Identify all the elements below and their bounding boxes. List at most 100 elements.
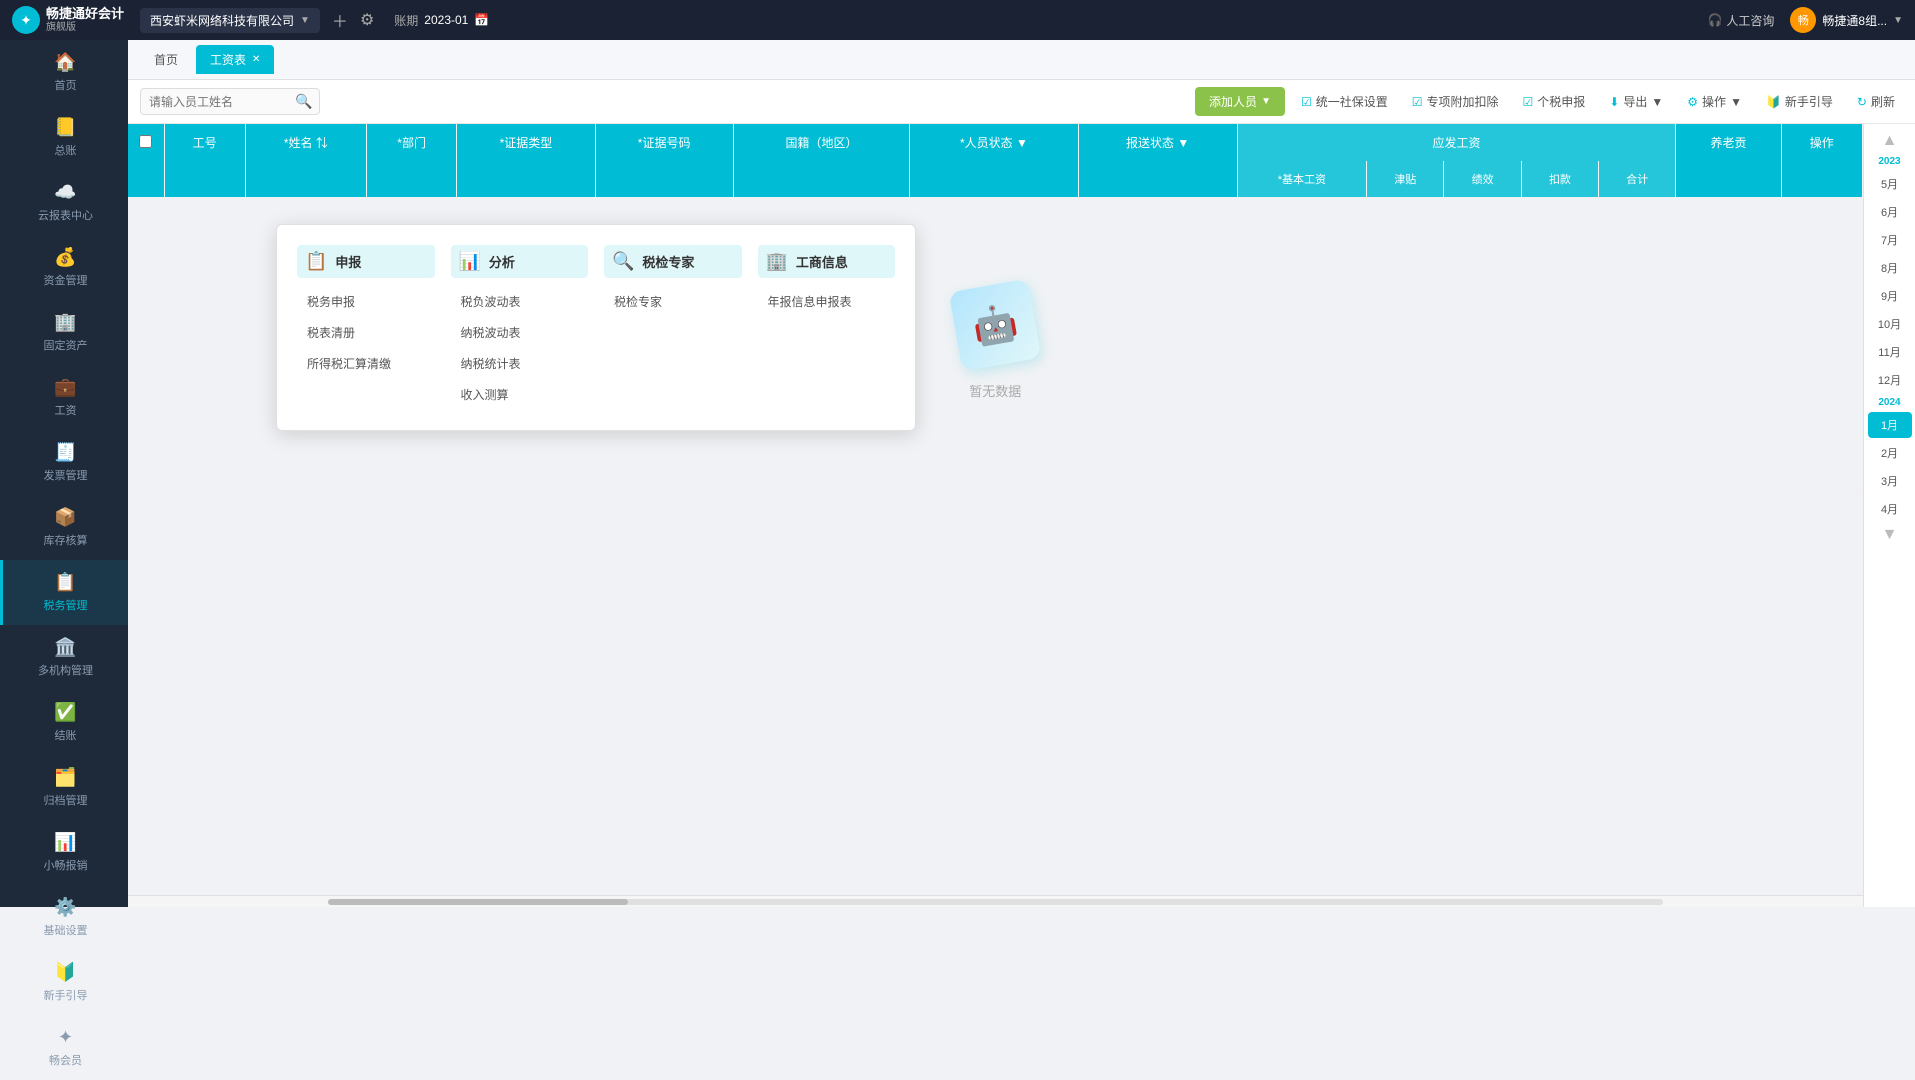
th2-action [1781, 161, 1862, 197]
th-report-status: 报送状态 ▼ [1078, 124, 1237, 161]
th2-total: 合计 [1599, 161, 1676, 197]
dropdown-item-tax-burden[interactable]: 税负波动表 [451, 286, 589, 317]
tab-home[interactable]: 首页 [140, 45, 192, 74]
th2-checkbox [128, 161, 164, 197]
dropdown-item-tax-wave[interactable]: 纳税波动表 [451, 317, 589, 348]
calendar-month-4[interactable]: 4月 [1868, 496, 1912, 522]
th2-performance: 绩效 [1444, 161, 1521, 197]
dropdown-item-income-tax[interactable]: 所得税汇算清缴 [297, 348, 435, 379]
sidebar-item-invoice[interactable]: 🧾 发票管理 [0, 430, 128, 495]
dropdown-item-tax-stats[interactable]: 纳税统计表 [451, 348, 589, 379]
expert-col-label: 税检专家 [642, 252, 694, 271]
calendar-month-10[interactable]: 10月 [1868, 311, 1912, 337]
operate-icon: ⚙ [1687, 95, 1698, 109]
sidebar-item-settle[interactable]: ✅ 结账 [0, 690, 128, 755]
refresh-icon: ↻ [1857, 95, 1867, 109]
sidebar-item-inventory[interactable]: 📦 库存核算 [0, 495, 128, 560]
calendar-month-12[interactable]: 12月 [1868, 367, 1912, 393]
scroll-bar-track[interactable] [328, 899, 1663, 905]
th-checkbox[interactable] [128, 124, 164, 161]
special-deduct-action[interactable]: ☑ 专项附加扣除 [1404, 89, 1507, 114]
business-col-label: 工商信息 [796, 252, 848, 271]
th-id-type: *证据类型 [457, 124, 595, 161]
company-selector[interactable]: 西安虾米网络科技有限公司 ▼ [140, 8, 320, 33]
sidebar-item-salary[interactable]: 💼 工资 [0, 365, 128, 430]
social-insurance-action[interactable]: ☑ 统一社保设置 [1293, 89, 1396, 114]
dropdown-col-report-header: 📋 申报 [297, 245, 435, 278]
business-col-icon: 🏢 [766, 251, 788, 272]
scroll-bar-thumb[interactable] [328, 899, 628, 905]
social-icon: ☑ [1301, 95, 1312, 109]
sidebar-item-label: 畅会员 [49, 1052, 82, 1068]
dropdown-col-expert: 🔍 税检专家 税检专家 [596, 237, 750, 418]
search-input[interactable] [149, 95, 289, 109]
search-box[interactable]: 🔍 [140, 88, 320, 115]
filter-icon[interactable]: ▼ [1016, 136, 1028, 150]
tax-return-action[interactable]: ☑ 个税申报 [1515, 89, 1594, 114]
dropdown-item-tax-report[interactable]: 税务申报 [297, 286, 435, 317]
th2-dept [366, 161, 457, 197]
search-icon: 🔍 [295, 93, 312, 110]
tax-return-label: 个税申报 [1537, 93, 1585, 110]
dropdown-item-tax-table[interactable]: 税表清册 [297, 317, 435, 348]
dropdown-item-annual-report[interactable]: 年报信息申报表 [758, 286, 896, 317]
asset-icon: 🏢 [54, 312, 76, 333]
add-person-button[interactable]: 添加人员 ▼ [1195, 87, 1285, 116]
dropdown-item-income-calc[interactable]: 收入测算 [451, 379, 589, 410]
operate-action[interactable]: ⚙ 操作 ▼ [1679, 89, 1750, 114]
sidebar-item-label: 工资 [55, 402, 77, 418]
sidebar-item-asset[interactable]: 🏢 固定资产 [0, 300, 128, 365]
sidebar-item-fund[interactable]: 💰 资金管理 [0, 235, 128, 300]
new-guide-action[interactable]: 🔰 新手引导 [1758, 89, 1841, 114]
analysis-col-icon: 📊 [459, 251, 481, 272]
refresh-action[interactable]: ↻ 刷新 [1849, 89, 1903, 114]
report-filter-icon[interactable]: ▼ [1177, 136, 1189, 150]
th2-allowance: 津贴 [1367, 161, 1444, 197]
calendar-icon[interactable]: 📅 [474, 13, 489, 27]
calendar-month-2[interactable]: 2月 [1868, 440, 1912, 466]
calendar-month-8[interactable]: 8月 [1868, 255, 1912, 281]
sidebar-item-label: 多机构管理 [38, 662, 93, 678]
settings-icon[interactable]: ⚙ [360, 10, 374, 30]
sidebar-item-report[interactable]: 📊 小畅报销 [0, 820, 128, 885]
sidebar-item-ledger[interactable]: 📒 总账 [0, 105, 128, 170]
support-button[interactable]: 🎧 人工咨询 [1707, 12, 1774, 29]
calendar-month-6[interactable]: 6月 [1868, 199, 1912, 225]
report-icon: 📊 [54, 832, 76, 853]
sidebar-item-archive[interactable]: 🗂️ 归档管理 [0, 755, 128, 820]
sidebar-item-cloud[interactable]: ☁️ 云报表中心 [0, 170, 128, 235]
sidebar-item-label: 结账 [55, 727, 77, 743]
dropdown-col-analysis-header: 📊 分析 [451, 245, 589, 278]
export-action[interactable]: ⬇ 导出 ▼ [1601, 89, 1671, 114]
sidebar-item-guide[interactable]: 🔰 新手引导 [0, 950, 128, 1015]
calendar-month-5[interactable]: 5月 [1868, 171, 1912, 197]
close-icon[interactable]: ✕ [252, 54, 260, 65]
sidebar-item-tax[interactable]: 📋 税务管理 [0, 560, 128, 625]
calendar-up-nav[interactable]: ▲ [1880, 130, 1900, 152]
th2-area [733, 161, 910, 197]
main-layout: 🏠 首页 📒 总账 ☁️ 云报表中心 💰 资金管理 🏢 固定资产 💼 工资 🧾 … [0, 40, 1915, 907]
sidebar-item-label: 总账 [55, 142, 77, 158]
sidebar-item-settings[interactable]: ⚙️ 基础设置 [0, 885, 128, 950]
user-info[interactable]: 畅 畅捷通8组... ▼ [1790, 7, 1903, 33]
calendar-month-11[interactable]: 11月 [1868, 339, 1912, 365]
sidebar-item-home[interactable]: 🏠 首页 [0, 40, 128, 105]
th2-deduction: 扣款 [1521, 161, 1598, 197]
sidebar-item-member[interactable]: ✦ 畅会员 [0, 1015, 128, 1080]
calendar-month-3[interactable]: 3月 [1868, 468, 1912, 494]
dropdown-item-expert[interactable]: 税检专家 [604, 286, 742, 317]
th-name: *姓名 ⇅ [245, 124, 366, 161]
calendar-month-1[interactable]: 1月 [1868, 412, 1912, 438]
sidebar-item-multi[interactable]: 🏛️ 多机构管理 [0, 625, 128, 690]
calendar-down-nav[interactable]: ▼ [1880, 524, 1900, 546]
settle-icon: ✅ [54, 702, 76, 723]
calendar-month-9[interactable]: 9月 [1868, 283, 1912, 309]
select-all-checkbox[interactable] [139, 135, 152, 148]
tab-home-label: 首页 [154, 51, 178, 68]
no-data-text: 暂无数据 [969, 381, 1021, 400]
table-container: 工号 *姓名 ⇅ *部门 *证据类型 *证据号码 国籍（地区） *人员状态 ▼ … [128, 124, 1863, 895]
calendar-month-7[interactable]: 7月 [1868, 227, 1912, 253]
report-col-label: 申报 [335, 252, 361, 271]
tab-salary-table[interactable]: 工资表 ✕ [196, 45, 274, 74]
add-icon[interactable]: ＋ [332, 8, 348, 32]
